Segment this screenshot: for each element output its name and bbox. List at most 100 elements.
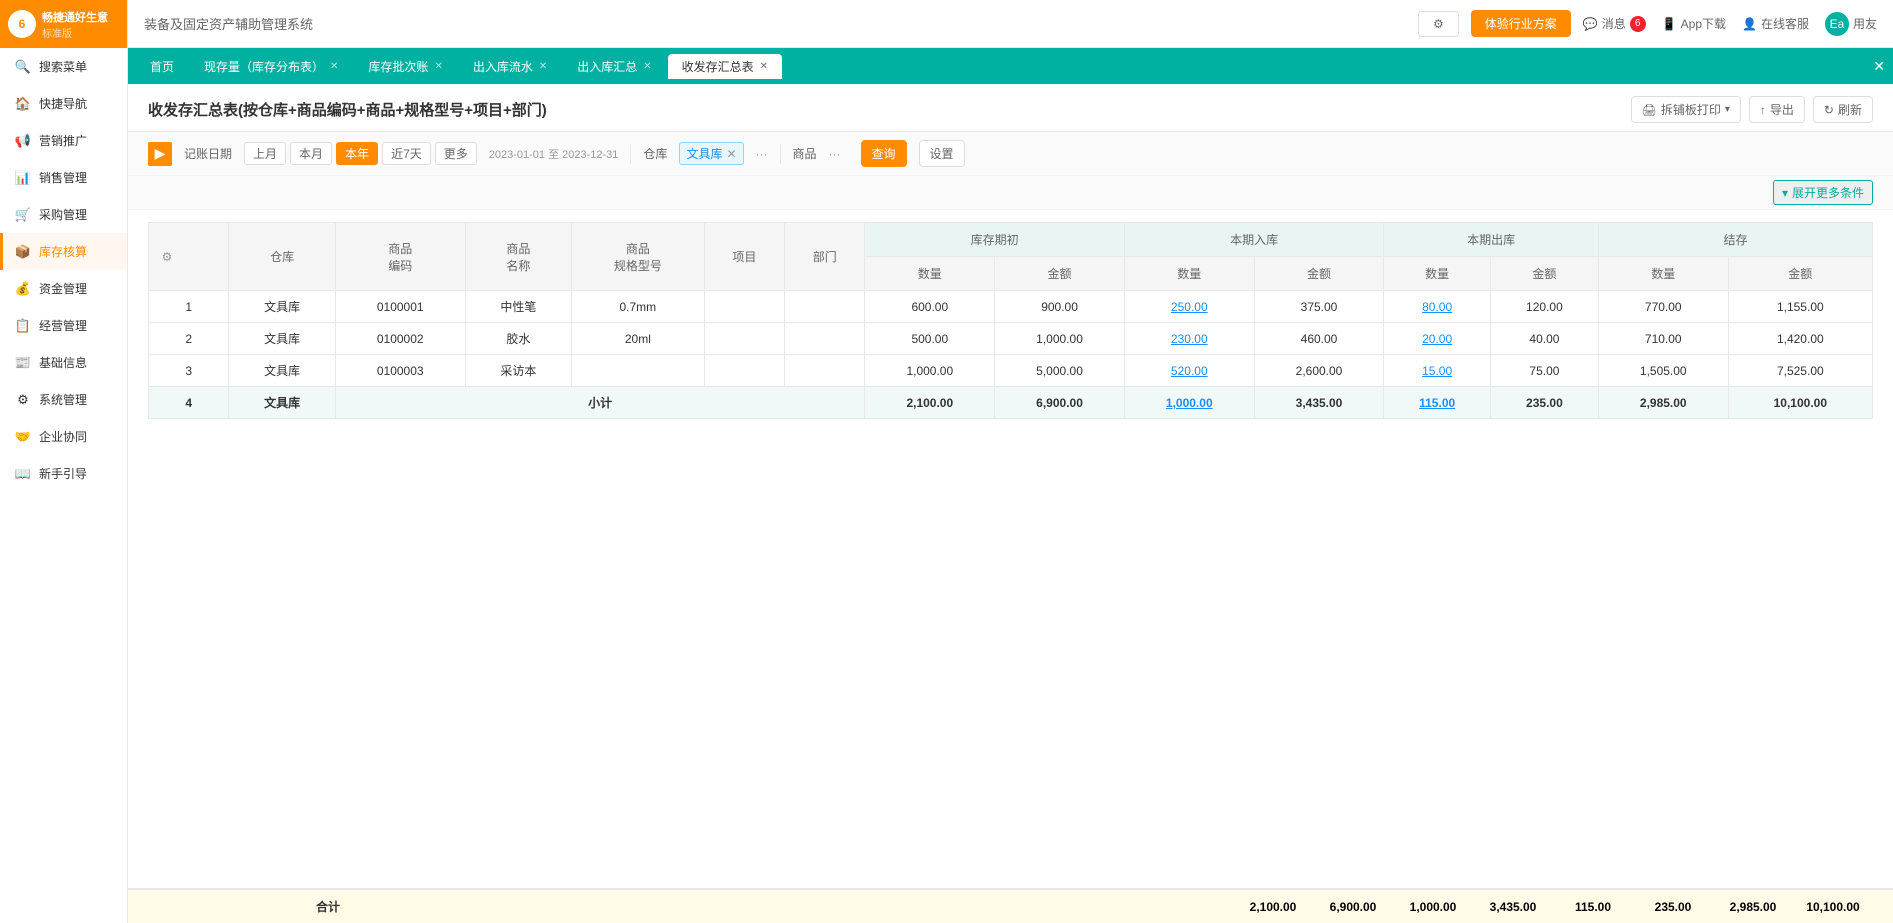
tab-close-receive-summary[interactable]: ✕: [760, 61, 768, 72]
col-goods-name-header: 商品名称: [465, 223, 571, 291]
cell-out-amt: 120.00: [1490, 291, 1598, 323]
goods-ellipsis[interactable]: ···: [829, 147, 841, 161]
divider1: [630, 144, 631, 164]
table-container: ⚙ 仓库 商品编码 商品名称 商品规格型号 项目 部门 库存期初 本期入库 本期…: [128, 210, 1893, 431]
tab-inventory-dist[interactable]: 现存量（库存分布表）✕: [190, 54, 352, 79]
tab-close-inventory-dist[interactable]: ✕: [330, 61, 338, 72]
sidebar-icon-guide: 📖: [15, 466, 31, 482]
date-btn-近7天[interactable]: 近7天: [382, 142, 431, 165]
cell-goods-name: 胶水: [465, 323, 571, 355]
sidebar-label-operations: 经营管理: [39, 317, 87, 334]
cell-out-qty[interactable]: 15.00: [1384, 355, 1491, 387]
cell-close-amt: 1,420.00: [1728, 323, 1872, 355]
subtotal-close-amt: 10,100.00: [1728, 387, 1872, 419]
tabs-bar: 首页现存量（库存分布表）✕库存批次账✕ 出入库流水 ✕ 出入库汇总 ✕ 收发存汇总表 ✕ ✕: [128, 48, 1893, 84]
cell-out-qty[interactable]: 80.00: [1384, 291, 1491, 323]
tab-inout-flow[interactable]: 出入库流水 ✕: [459, 54, 561, 79]
tab-label-inout-flow: 出入库流水: [473, 58, 533, 75]
trial-button[interactable]: 体验行业方案: [1471, 10, 1571, 37]
goods-label: 商品: [793, 145, 817, 162]
sidebar-item-enterprise[interactable]: 🤝 企业协同: [0, 418, 127, 455]
online-service-item[interactable]: 👤 在线客服: [1742, 15, 1809, 32]
settings-button[interactable]: ⚙: [1418, 11, 1459, 37]
footer-out-amt: 235.00: [1633, 900, 1713, 914]
cell-no: 2: [149, 323, 229, 355]
sidebar-item-sales[interactable]: 📊 销售管理: [0, 159, 127, 196]
query-button[interactable]: 查询: [861, 140, 907, 167]
warehouse-ellipsis[interactable]: ···: [756, 147, 768, 161]
cell-dept: [785, 355, 865, 387]
footer-in-qty: 1,000.00: [1393, 900, 1473, 914]
close-all-tabs[interactable]: ✕: [1873, 58, 1885, 75]
sidebar-icon-purchase: 🛒: [15, 207, 31, 223]
sidebar-item-purchase[interactable]: 🛒 采购管理: [0, 196, 127, 233]
tab-label-receive-summary: 收发存汇总表: [682, 58, 754, 75]
column-settings-icon[interactable]: ⚙: [155, 245, 179, 269]
page-title: 收发存汇总表(按仓库+商品编码+商品+规格型号+项目+部门): [148, 99, 547, 120]
settings-btn[interactable]: 设置: [919, 140, 965, 167]
sidebar-item-marketing[interactable]: 📢 营销推广: [0, 122, 127, 159]
sidebar-icon-quick-nav: 🏠: [15, 96, 31, 112]
sidebar-item-guide[interactable]: 📖 新手引导: [0, 455, 127, 492]
col-dept-header: 部门: [785, 223, 865, 291]
sidebar-item-finance[interactable]: 💰 资金管理: [0, 270, 127, 307]
sidebar-item-search[interactable]: 🔍 搜索菜单: [0, 48, 127, 85]
date-btn-上月[interactable]: 上月: [244, 142, 286, 165]
tab-close-batch[interactable]: ✕: [434, 61, 442, 72]
cell-goods-code: 0100001: [335, 291, 465, 323]
export-icon: ↑: [1760, 103, 1766, 117]
cell-in-qty[interactable]: 520.00: [1124, 355, 1254, 387]
tab-inout-summary[interactable]: 出入库汇总 ✕: [563, 54, 665, 79]
date-quick-btns: 上月本月本年近7天更多: [244, 142, 477, 165]
data-table: ⚙ 仓库 商品编码 商品名称 商品规格型号 项目 部门 库存期初 本期入库 本期…: [148, 222, 1873, 419]
main-content: 装备及固定资产辅助管理系统 ⚙ 体验行业方案 💬 消息 6 📱 App下载 👤 …: [128, 0, 1893, 923]
cell-out-qty[interactable]: 20.00: [1384, 323, 1491, 355]
cell-dept: [785, 323, 865, 355]
refresh-button[interactable]: ↻ 刷新: [1813, 96, 1873, 123]
warehouse-tag-close[interactable]: ✕: [726, 147, 736, 161]
sidebar-item-basic-info[interactable]: 📰 基础信息: [0, 344, 127, 381]
cell-open-qty: 500.00: [865, 323, 995, 355]
subtotal-in-amt: 3,435.00: [1254, 387, 1384, 419]
filter-toggle-button[interactable]: ▶: [148, 142, 172, 166]
expand-conditions-button[interactable]: ▾ 展开更多条件: [1773, 180, 1873, 205]
logo-icon: 6: [8, 10, 36, 38]
export-button[interactable]: ↑ 导出: [1749, 96, 1805, 123]
tab-close-inout-summary[interactable]: ✕: [643, 61, 651, 72]
cell-goods-spec: 20ml: [572, 323, 705, 355]
cell-in-qty[interactable]: 250.00: [1124, 291, 1254, 323]
date-btn-本月[interactable]: 本月: [290, 142, 332, 165]
message-item[interactable]: 💬 消息 6: [1583, 15, 1646, 32]
cell-close-amt: 1,155.00: [1728, 291, 1872, 323]
date-btn-本年[interactable]: 本年: [336, 142, 378, 165]
tab-label-inout-summary: 出入库汇总: [577, 58, 637, 75]
sidebar-item-system[interactable]: ⚙ 系统管理: [0, 381, 127, 418]
col-inbound-header: 本期入库: [1124, 223, 1383, 257]
service-icon: 👤: [1742, 17, 1757, 31]
user-item[interactable]: Ea 用友: [1825, 12, 1877, 36]
tab-home[interactable]: 首页: [136, 54, 188, 79]
tab-batch[interactable]: 库存批次账✕: [354, 54, 456, 79]
subtotal-out-qty: 115.00: [1384, 387, 1491, 419]
warehouse-filter-tag[interactable]: 文具库 ✕: [679, 142, 743, 165]
sidebar-label-basic-info: 基础信息: [39, 354, 87, 371]
sidebar-icon-system: ⚙: [15, 392, 31, 408]
cell-in-amt: 2,600.00: [1254, 355, 1384, 387]
date-btn-更多[interactable]: 更多: [435, 142, 477, 165]
tab-receive-summary[interactable]: 收发存汇总表 ✕: [668, 54, 782, 79]
expand-icon: ▾: [1782, 186, 1788, 200]
print-button[interactable]: 🖨 拆铺板打印 ▾: [1631, 96, 1741, 123]
cell-in-qty[interactable]: 230.00: [1124, 323, 1254, 355]
tab-close-inout-flow[interactable]: ✕: [539, 61, 547, 72]
col-closing-header: 结存: [1598, 223, 1872, 257]
sidebar-item-inventory[interactable]: 📦 库存核算: [0, 233, 127, 270]
sidebar-label-enterprise: 企业协同: [39, 428, 87, 445]
cell-close-qty: 710.00: [1598, 323, 1728, 355]
sidebar-item-quick-nav[interactable]: 🏠 快捷导航: [0, 85, 127, 122]
col-outbound-header: 本期出库: [1384, 223, 1599, 257]
sidebar-item-operations[interactable]: 📋 经营管理: [0, 307, 127, 344]
app-download-item[interactable]: 📱 App下载: [1662, 15, 1726, 32]
footer-open-amt: 6,900.00: [1313, 900, 1393, 914]
sidebar: 6 畅捷通好生意 标准版 🔍 搜索菜单 🏠 快捷导航 📢 营销推广 📊 销售管理…: [0, 0, 128, 923]
refresh-icon: ↻: [1824, 103, 1834, 117]
